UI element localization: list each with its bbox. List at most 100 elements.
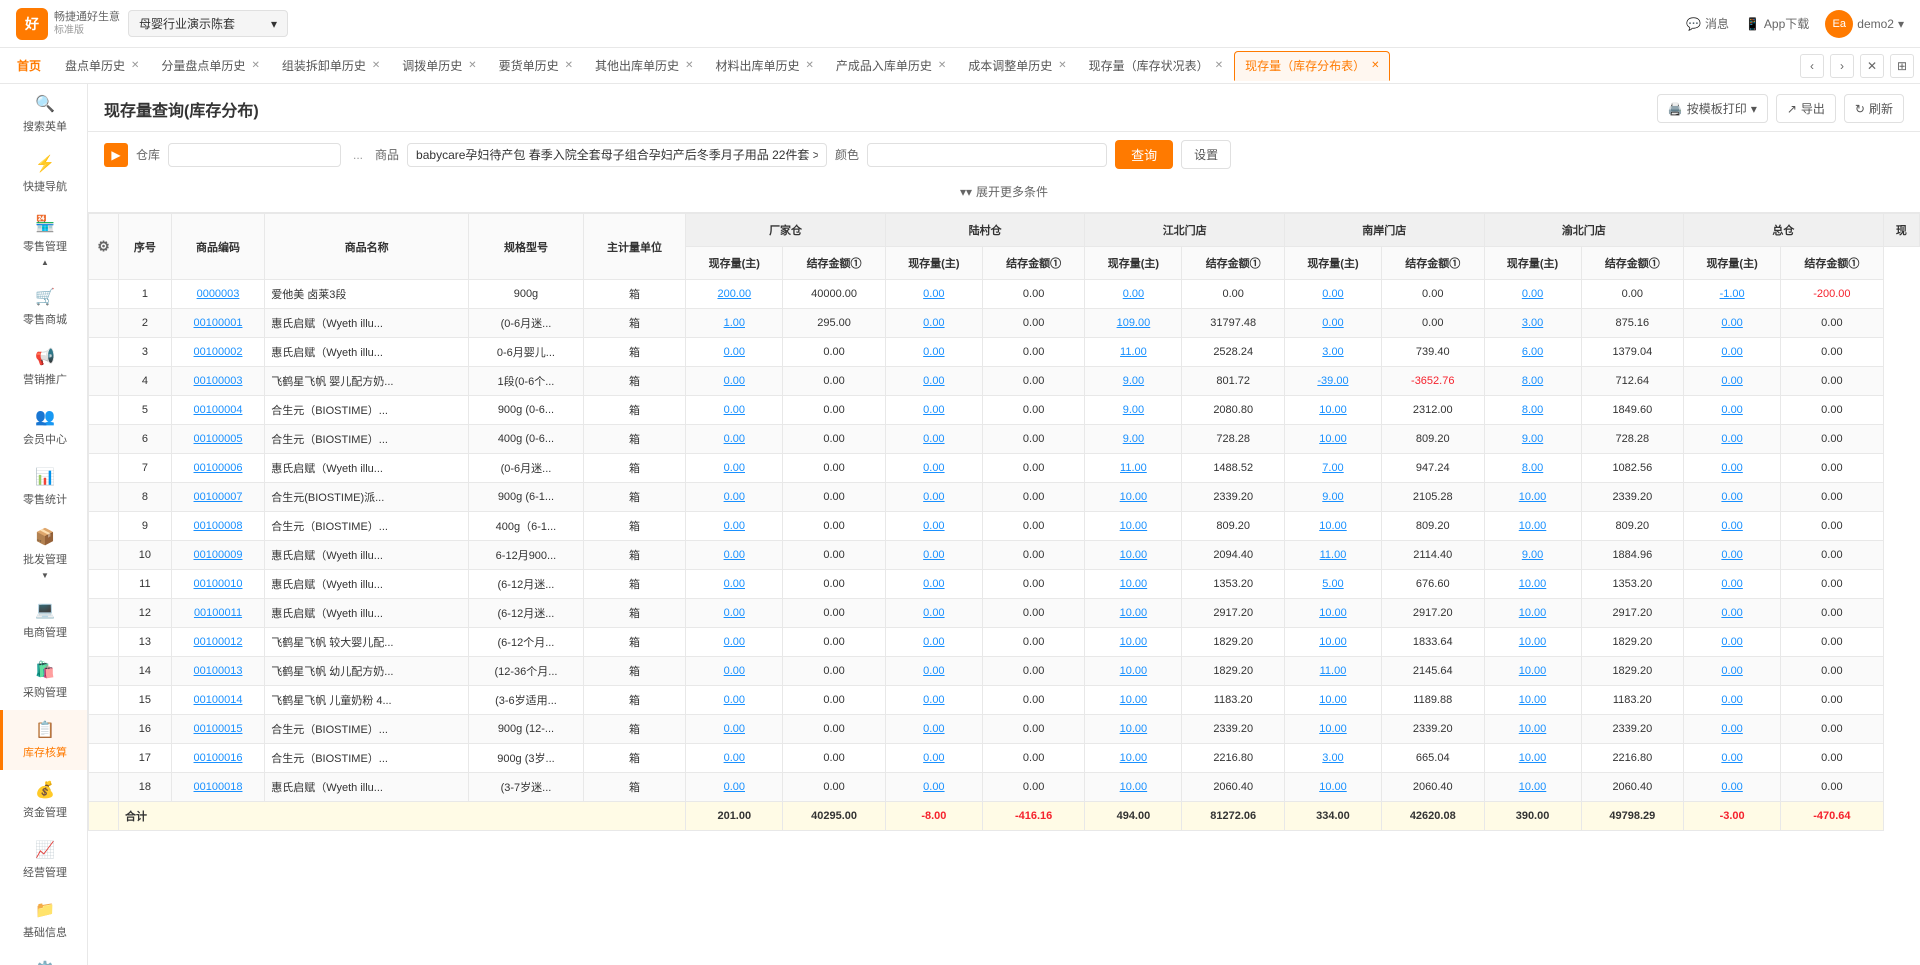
tab-close-icon[interactable]: ✕ [131,60,139,71]
cell-zong-qty[interactable]: 0.00 [1684,512,1781,541]
tab-close-icon[interactable]: ✕ [468,60,476,71]
cell-zong-qty[interactable]: 0.00 [1684,599,1781,628]
tab-kucun-dist[interactable]: 现存量（库存分布表）✕ [1234,51,1390,81]
cell-zong-qty[interactable]: 0.00 [1684,686,1781,715]
cell-nanan-qty[interactable]: 10.00 [1284,686,1381,715]
cell-changjiaCun-qty[interactable]: 0.00 [686,657,783,686]
cell-jiangbei-qty[interactable]: 10.00 [1085,773,1182,802]
cell-changjiaCun-qty[interactable]: 0.00 [686,570,783,599]
sidebar-item-retail[interactable]: 🏪 零售管理 ▲ [0,204,87,277]
cell-lucunCang-qty[interactable]: 0.00 [885,396,982,425]
tab-close-icon[interactable]: ✕ [1371,60,1379,71]
cell-code[interactable]: 00100010 [171,570,264,599]
sidebar-item-mgmt[interactable]: 📈 经营管理 [0,830,87,890]
cell-lucunCang-qty[interactable]: 0.00 [885,744,982,773]
sidebar-item-system[interactable]: ⚙️ 系统管理 [0,950,87,965]
cell-code[interactable]: 00100001 [171,309,264,338]
cell-changjiaCun-qty[interactable]: 0.00 [686,338,783,367]
cell-yubei-qty[interactable]: 0.00 [1484,280,1581,309]
cell-zong-qty[interactable]: 0.00 [1684,425,1781,454]
cell-jiangbei-qty[interactable]: 10.00 [1085,628,1182,657]
cell-nanan-qty[interactable]: 11.00 [1284,541,1381,570]
cell-changjiaCun-qty[interactable]: 0.00 [686,773,783,802]
cell-yubei-qty[interactable]: 10.00 [1484,715,1581,744]
cell-code[interactable]: 00100013 [171,657,264,686]
cell-code[interactable]: 00100003 [171,367,264,396]
cell-code[interactable]: 00100004 [171,396,264,425]
cell-zong-qty[interactable]: 0.00 [1684,338,1781,367]
cell-code[interactable]: 00100006 [171,454,264,483]
cell-changjiaCun-qty[interactable]: 0.00 [686,454,783,483]
cell-zong-qty[interactable]: -1.00 [1684,280,1781,309]
tab-qita[interactable]: 其他出库单历史 ✕ [584,51,704,81]
cell-lucunCang-qty[interactable]: 0.00 [885,715,982,744]
warehouse-dots-button[interactable]: ... [349,148,367,162]
cell-yubei-qty[interactable]: 10.00 [1484,657,1581,686]
cell-code[interactable]: 00100016 [171,744,264,773]
cell-yubei-qty[interactable]: 10.00 [1484,512,1581,541]
user-profile[interactable]: Ea demo2 ▾ [1825,10,1904,38]
cell-zong-qty[interactable]: 0.00 [1684,309,1781,338]
goods-input[interactable] [407,143,827,167]
sidebar-item-marketing[interactable]: 📢 营销推广 [0,337,87,397]
cell-jiangbei-qty[interactable]: 10.00 [1085,686,1182,715]
cell-nanan-qty[interactable]: -39.00 [1284,367,1381,396]
cell-nanan-qty[interactable]: 3.00 [1284,338,1381,367]
tab-diaob[interactable]: 调拨单历史 ✕ [391,51,487,81]
cell-code[interactable]: 00100005 [171,425,264,454]
cell-changjiaCun-qty[interactable]: 0.00 [686,512,783,541]
cell-jiangbei-qty[interactable]: 11.00 [1085,338,1182,367]
cell-nanan-qty[interactable]: 10.00 [1284,599,1381,628]
cell-lucunCang-qty[interactable]: 0.00 [885,686,982,715]
expand-button[interactable]: ▾▾ 展开更多条件 [948,179,1060,204]
cell-lucunCang-qty[interactable]: 0.00 [885,599,982,628]
warehouse-input[interactable] [168,143,341,167]
cell-jiangbei-qty[interactable]: 10.00 [1085,512,1182,541]
cell-yubei-qty[interactable]: 9.00 [1484,541,1581,570]
cell-lucunCang-qty[interactable]: 0.00 [885,657,982,686]
cell-changjiaCun-qty[interactable]: 0.00 [686,367,783,396]
sidebar-item-finance[interactable]: 💰 资金管理 [0,770,87,830]
cell-yubei-qty[interactable]: 9.00 [1484,425,1581,454]
cell-jiangbei-qty[interactable]: 10.00 [1085,570,1182,599]
tab-close-icon[interactable]: ✕ [1215,60,1223,71]
cell-jiangbei-qty[interactable]: 0.00 [1085,280,1182,309]
app-download-button[interactable]: 📱 App下载 [1745,15,1809,32]
cell-nanan-qty[interactable]: 10.00 [1284,425,1381,454]
tab-next-button[interactable]: › [1830,54,1854,78]
cell-yubei-qty[interactable]: 10.00 [1484,599,1581,628]
cell-jiangbei-qty[interactable]: 9.00 [1085,396,1182,425]
tab-chanpin[interactable]: 产成品入库单历史 ✕ [825,51,957,81]
sidebar-item-wholesale[interactable]: 📦 批发管理 ▼ [0,517,87,590]
sidebar-item-inventory[interactable]: 📋 库存核算 [0,710,87,770]
sidebar-item-ecom[interactable]: 💻 电商管理 [0,590,87,650]
cell-nanan-qty[interactable]: 10.00 [1284,628,1381,657]
tab-cailiao[interactable]: 材料出库单历史 ✕ [704,51,824,81]
cell-zong-qty[interactable]: 0.00 [1684,367,1781,396]
cell-jiangbei-qty[interactable]: 10.00 [1085,744,1182,773]
cell-lucunCang-qty[interactable]: 0.00 [885,541,982,570]
cell-zong-qty[interactable]: 0.00 [1684,628,1781,657]
sidebar-item-search[interactable]: 🔍 搜索英单 [0,84,87,144]
message-button[interactable]: 💬 消息 [1686,15,1729,32]
cell-code[interactable]: 00100012 [171,628,264,657]
cell-code[interactable]: 00100014 [171,686,264,715]
filter-toggle-button[interactable]: ▶ [104,143,128,167]
tab-fenpan[interactable]: 分量盘点单历史 ✕ [150,51,270,81]
cell-lucunCang-qty[interactable]: 0.00 [885,570,982,599]
cell-jiangbei-qty[interactable]: 10.00 [1085,657,1182,686]
cell-zong-qty[interactable]: 0.00 [1684,541,1781,570]
cell-nanan-qty[interactable]: 10.00 [1284,715,1381,744]
cell-code[interactable]: 00100018 [171,773,264,802]
cell-yubei-qty[interactable]: 3.00 [1484,309,1581,338]
cell-changjiaCun-qty[interactable]: 1.00 [686,309,783,338]
refresh-button[interactable]: ↻ 刷新 [1844,94,1904,123]
cell-changjiaCun-qty[interactable]: 0.00 [686,744,783,773]
gear-icon[interactable]: ⚙ [97,238,110,254]
industry-selector[interactable]: 母婴行业演示陈套 ▾ [128,10,288,37]
search-button[interactable]: 查询 [1115,140,1173,169]
cell-changjiaCun-qty[interactable]: 0.00 [686,483,783,512]
cell-zong-qty[interactable]: 0.00 [1684,657,1781,686]
cell-zong-qty[interactable]: 0.00 [1684,773,1781,802]
cell-jiangbei-qty[interactable]: 10.00 [1085,483,1182,512]
